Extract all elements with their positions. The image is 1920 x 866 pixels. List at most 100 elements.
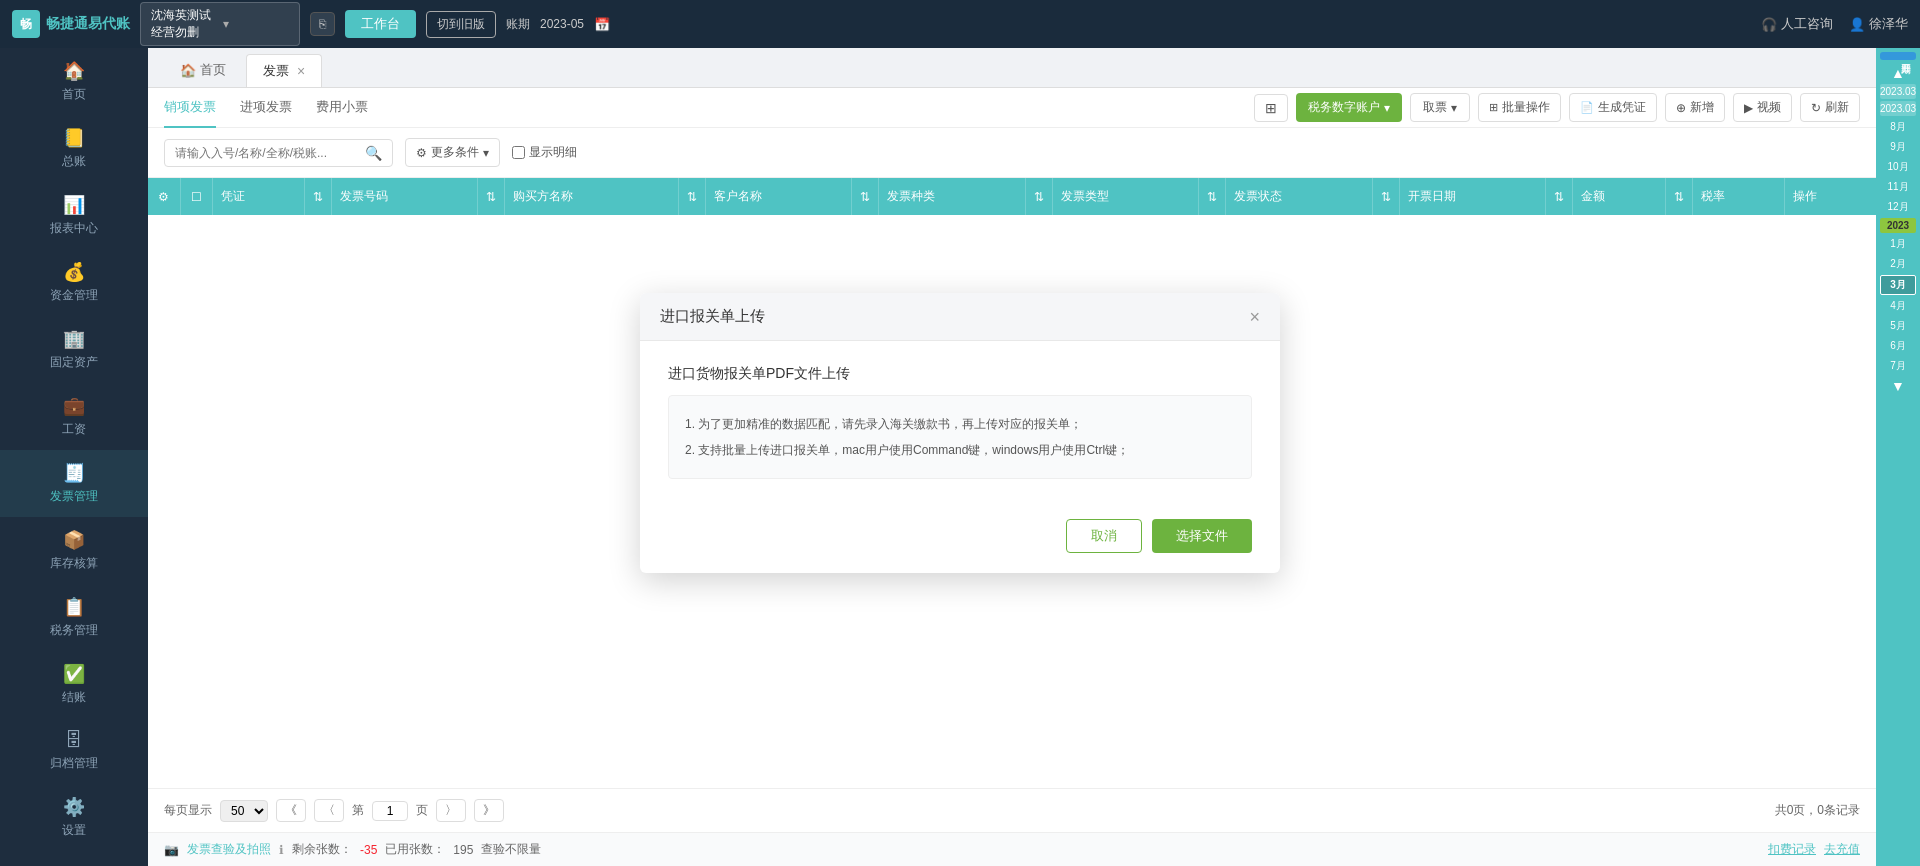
batch-icon: ⊞: [1489, 101, 1498, 114]
period-year-2023[interactable]: 2023: [1880, 218, 1916, 233]
sidebar-item-settings[interactable]: ⚙️ 设置: [0, 784, 148, 851]
period-open-button[interactable]: 开票日期: [1880, 52, 1916, 60]
first-page-button[interactable]: 《: [276, 799, 306, 822]
pagination-bar: 每页显示 50 《 〈 第 页 〉 》 共0页，0条记录: [148, 788, 1876, 832]
period-7[interactable]: 7月: [1880, 357, 1916, 375]
period-12[interactable]: 12月: [1880, 198, 1916, 216]
grid-view-button[interactable]: ⊞: [1254, 94, 1288, 122]
search-input[interactable]: [175, 146, 365, 160]
period-expand-up[interactable]: ▲: [1891, 66, 1905, 80]
tax-account-button[interactable]: 税务数字账户 ▾: [1296, 93, 1402, 122]
sidebar-item-assets[interactable]: 🏢 固定资产: [0, 316, 148, 383]
tab-invoices[interactable]: 发票 ×: [246, 54, 322, 87]
col-checkbox[interactable]: ☐: [180, 178, 212, 215]
add-button[interactable]: ⊕ 新增: [1665, 93, 1725, 122]
modal-close-button[interactable]: ×: [1249, 308, 1260, 326]
check-invoice-label[interactable]: 发票查验及拍照: [187, 841, 271, 858]
period-3[interactable]: 3月: [1880, 275, 1916, 295]
col-cat-sort[interactable]: ⇅: [1199, 178, 1226, 215]
col-amount-sort[interactable]: ⇅: [1665, 178, 1692, 215]
copy-button[interactable]: ⎘: [310, 12, 335, 36]
col-v-sort[interactable]: ⇅: [304, 178, 331, 215]
modal-body: 进口货物报关单PDF文件上传 1. 为了更加精准的数据匹配，请先录入海关缴款书，…: [640, 341, 1280, 503]
tax-icon: 📋: [63, 596, 85, 618]
sub-tab-sales[interactable]: 销项发票: [164, 88, 216, 128]
col-status-sort[interactable]: ⇅: [1372, 178, 1399, 215]
period-label: 账期: [506, 16, 530, 33]
page-input[interactable]: [372, 801, 408, 821]
deduct-record-link[interactable]: 扣费记录: [1768, 841, 1816, 858]
search-box[interactable]: 🔍: [164, 139, 393, 167]
recharge-link[interactable]: 去充值: [1824, 841, 1860, 858]
period-4[interactable]: 4月: [1880, 297, 1916, 315]
video-button[interactable]: ▶ 视频: [1733, 93, 1792, 122]
sidebar-item-guide[interactable]: 📖 新手引导: [0, 851, 148, 866]
period-8[interactable]: 8月: [1880, 118, 1916, 136]
sidebar-item-reports[interactable]: 📊 报表中心: [0, 182, 148, 249]
col-settings[interactable]: ⚙: [148, 178, 180, 215]
sidebar-item-settle[interactable]: ✅ 结账: [0, 651, 148, 718]
page-footer: 📷 发票查验及拍照 ℹ 剩余张数： -35 已用张数： 195 查验不限量 扣费…: [148, 832, 1876, 866]
refresh-button[interactable]: ↻ 刷新: [1800, 93, 1860, 122]
modal-select-file-button[interactable]: 选择文件: [1152, 519, 1252, 553]
reports-icon: 📊: [63, 194, 85, 216]
sidebar-item-invoices[interactable]: 🧾 发票管理: [0, 450, 148, 517]
sub-tab-purchase[interactable]: 进项发票: [240, 88, 292, 128]
sidebar-item-home[interactable]: 🏠 首页: [0, 48, 148, 115]
show-detail-label[interactable]: 显示明细: [512, 144, 577, 161]
period-1[interactable]: 1月: [1880, 235, 1916, 253]
period-9[interactable]: 9月: [1880, 138, 1916, 156]
quxiao-button[interactable]: 取票 ▾: [1410, 93, 1470, 122]
period-2023-03-1[interactable]: 2023.03: [1880, 84, 1916, 99]
col-cust-sort[interactable]: ⇅: [852, 178, 879, 215]
generate-voucher-button[interactable]: 📄 生成凭证: [1569, 93, 1657, 122]
modal-header: 进口报关单上传 ×: [640, 293, 1280, 341]
sidebar-item-funds[interactable]: 💰 资金管理: [0, 249, 148, 316]
ledger-icon: 📒: [63, 127, 85, 149]
modal-cancel-button[interactable]: 取消: [1066, 519, 1142, 553]
user-menu[interactable]: 👤 徐泽华: [1849, 15, 1908, 33]
sidebar-item-ledger[interactable]: 📒 总账: [0, 115, 148, 182]
next-page-button[interactable]: 〉: [436, 799, 466, 822]
last-page-button[interactable]: 》: [474, 799, 504, 822]
company-name: 沈海英测试经营勿删: [151, 7, 217, 41]
period-2023-03-2[interactable]: 2023.03: [1880, 101, 1916, 116]
col-inv-sort[interactable]: ⇅: [478, 178, 505, 215]
prev-page-button[interactable]: 〈: [314, 799, 344, 822]
period-expand-down[interactable]: ▼: [1891, 379, 1905, 393]
tab-home[interactable]: 🏠 首页: [164, 53, 242, 87]
per-page-select[interactable]: 50: [220, 800, 268, 822]
remaining-value: -35: [360, 843, 377, 857]
col-date-sort[interactable]: ⇅: [1546, 178, 1573, 215]
company-selector[interactable]: 沈海英测试经营勿删 ▾: [140, 2, 300, 46]
app-name: 畅捷通易代账: [46, 15, 130, 33]
filter-button[interactable]: ⚙ 更多条件 ▾: [405, 138, 500, 167]
modal-info-line2: 2. 支持批量上传进口报关单，mac用户使用Command键，windows用户…: [685, 438, 1235, 462]
sub-tab-expense[interactable]: 费用小票: [316, 88, 368, 128]
sidebar-item-tax[interactable]: 📋 税务管理: [0, 584, 148, 651]
total-label: 共0页，0条记录: [1775, 802, 1860, 819]
sidebar-item-archive[interactable]: 🗄 归档管理: [0, 718, 148, 784]
period-11[interactable]: 11月: [1880, 178, 1916, 196]
period-panel: 开票日期 ▲ 2023.03 2023.03 8月 9月 10月 11月 12月…: [1876, 48, 1920, 866]
tab-close-button[interactable]: ×: [297, 64, 305, 78]
batch-ops-button[interactable]: ⊞ 批量操作: [1478, 93, 1561, 122]
col-buyer-sort[interactable]: ⇅: [678, 178, 705, 215]
user-icon: 👤: [1849, 17, 1865, 32]
switch-version-button[interactable]: 切到旧版: [426, 11, 496, 38]
calendar-icon[interactable]: 📅: [594, 17, 610, 32]
inventory-icon: 📦: [63, 529, 85, 551]
settings-icon: ⚙️: [63, 796, 85, 818]
modal-overlay[interactable]: 畅 畅捷通易代账 沈海英测试经营勿删 ▾ ⎘ 工作台 切到旧版 账期 2023-…: [0, 0, 1920, 866]
service-btn[interactable]: 🎧 人工咨询: [1761, 15, 1833, 33]
period-5[interactable]: 5月: [1880, 317, 1916, 335]
sidebar-item-inventory[interactable]: 📦 库存核算: [0, 517, 148, 584]
check-icon: 📷: [164, 843, 179, 857]
col-type-sort[interactable]: ⇅: [1025, 178, 1052, 215]
period-10[interactable]: 10月: [1880, 158, 1916, 176]
period-2[interactable]: 2月: [1880, 255, 1916, 273]
workbench-button[interactable]: 工作台: [345, 10, 416, 38]
period-6[interactable]: 6月: [1880, 337, 1916, 355]
show-detail-checkbox[interactable]: [512, 146, 525, 159]
sidebar-item-salary[interactable]: 💼 工资: [0, 383, 148, 450]
